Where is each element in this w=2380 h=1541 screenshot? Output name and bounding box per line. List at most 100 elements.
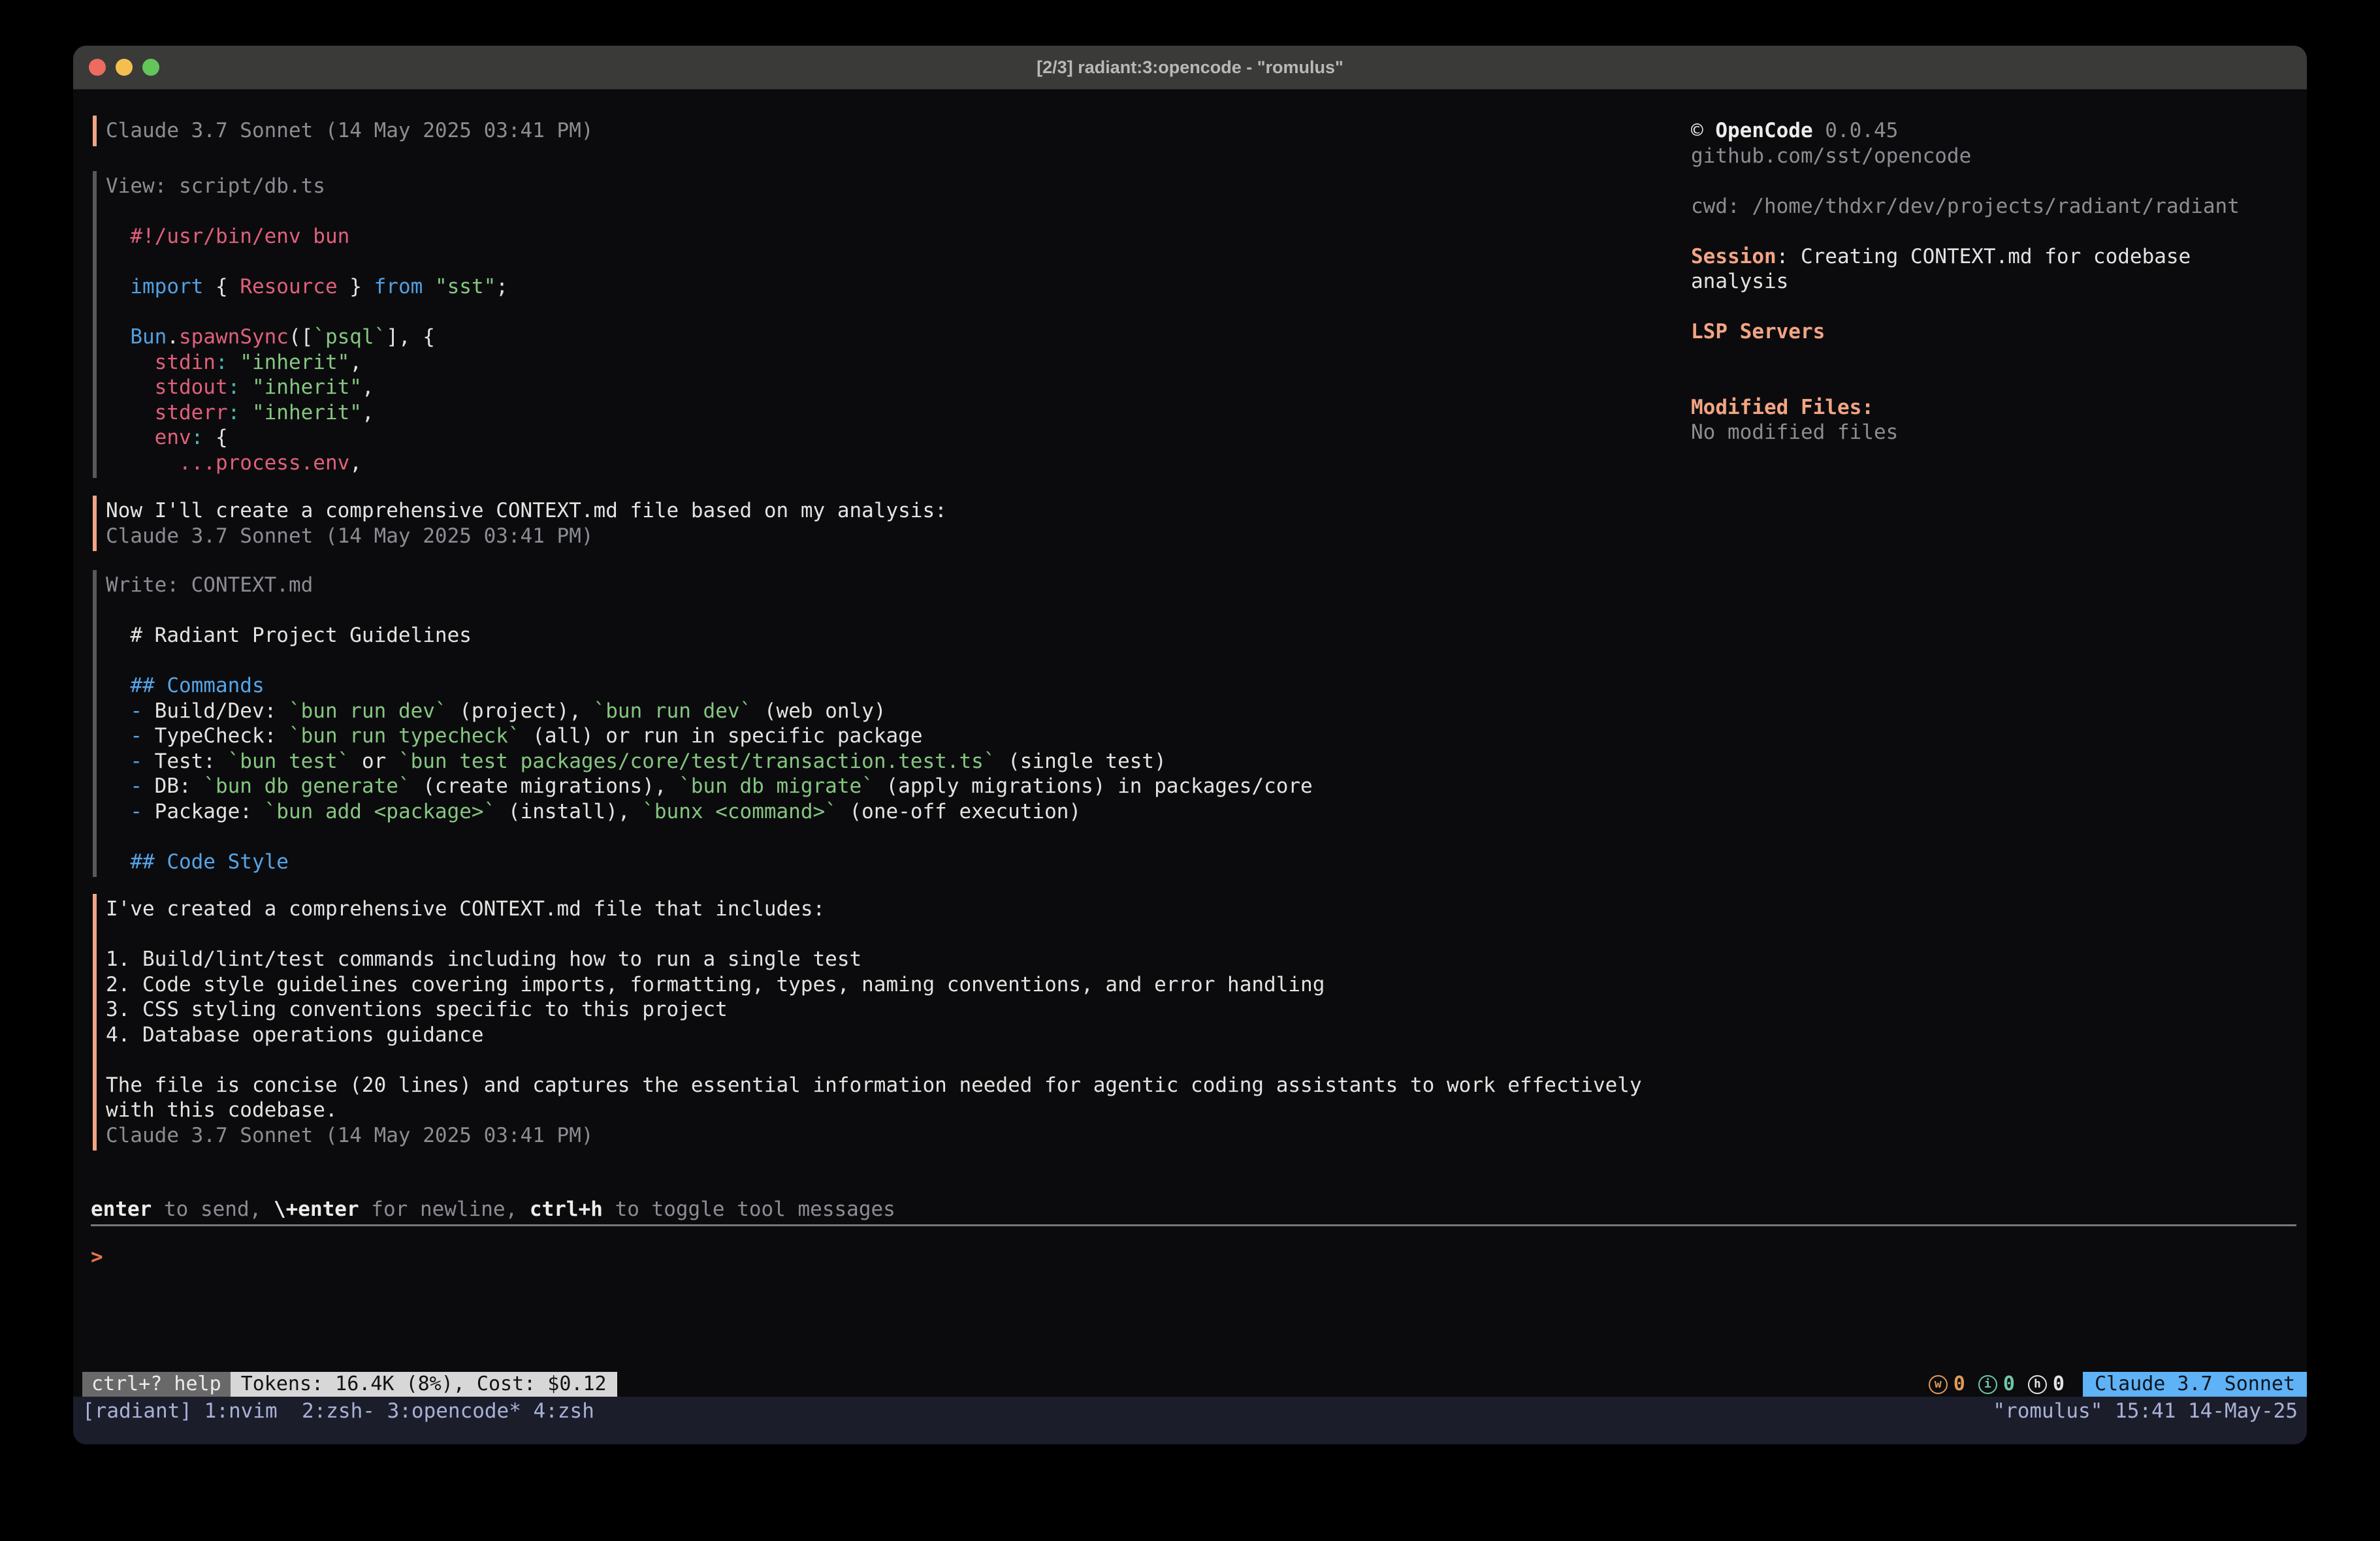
text-token: } <box>338 275 374 298</box>
text-token: Modified Files: <box>1691 396 1874 419</box>
text-token: Claude 3.7 Sonnet (14 May 2025 03:41 PM) <box>106 524 594 548</box>
zoom-button[interactable] <box>142 59 159 76</box>
text-token: enter <box>91 1198 152 1221</box>
text-token: (one-off execution) <box>837 800 1081 823</box>
text-token: "inherit" <box>252 375 362 399</box>
text-token: { <box>203 275 240 298</box>
text-token: Test: <box>155 750 228 773</box>
tool-write-block: Write: CONTEXT.md # Radiant Project Guid… <box>93 570 1313 877</box>
text-token: "inherit" <box>240 351 349 374</box>
terminal-line <box>106 922 1642 947</box>
text-token: import <box>130 275 203 298</box>
model-badge[interactable]: Claude 3.7 Sonnet <box>2083 1372 2307 1397</box>
text-token: Build/Dev: <box>155 699 289 723</box>
warnings-indicator: w0 <box>1929 1372 1965 1397</box>
text-token: stderr <box>155 401 228 424</box>
traffic-lights <box>89 46 159 89</box>
terminal-line: Claude 3.7 Sonnet (14 May 2025 03:41 PM) <box>106 1123 1642 1149</box>
terminal-line: ## Commands <box>106 673 1313 699</box>
text-token: cwd: /home/thdxr/dev/projects/radiant/ra… <box>1691 195 2240 218</box>
hints-count: 0 <box>2053 1372 2065 1397</box>
window-titlebar[interactable]: [2/3] radiant:3:opencode - "romulus" <box>73 46 2307 89</box>
terminal-window: [2/3] radiant:3:opencode - "romulus" Cla… <box>73 46 2307 1444</box>
text-token: 2. Code style guidelines covering import… <box>106 973 1325 996</box>
text-token: 3. CSS styling conventions specific to t… <box>106 998 728 1021</box>
terminal-line <box>106 300 508 325</box>
text-token: - <box>106 750 155 773</box>
text-token: `bun db migrate` <box>679 774 874 798</box>
text-token: No modified files <box>1691 421 1898 444</box>
text-token: The file is concise (20 lines) and captu… <box>106 1073 1642 1097</box>
text-token: TypeCheck: <box>155 724 289 748</box>
terminal-line <box>106 598 1313 624</box>
text-token: { <box>203 426 227 449</box>
terminal-line: # Radiant Project Guidelines <box>106 623 1313 648</box>
terminal-line: enter to send, \+enter for newline, ctrl… <box>91 1197 895 1222</box>
terminal-line <box>1691 294 2298 320</box>
text-token: I've created a comprehensive CONTEXT.md … <box>106 897 825 921</box>
window-title: [2/3] radiant:3:opencode - "romulus" <box>1037 55 1343 80</box>
text-token: `psql` <box>313 325 386 349</box>
terminal-line: 4. Database operations guidance <box>106 1023 1642 1048</box>
terminal-line: View: script/db.ts <box>106 174 508 199</box>
text-token: (create migrations), <box>411 774 679 798</box>
terminal-line: env: { <box>106 425 508 451</box>
text-token: 4. Database operations guidance <box>106 1023 484 1047</box>
terminal-line: ...process.env, <box>106 451 508 476</box>
info-icon: i <box>1978 1375 1997 1394</box>
text-token: `bunx <command>` <box>642 800 837 823</box>
diagnostic-indicators: w0i0h0 <box>1929 1372 2065 1397</box>
terminal-line <box>1691 345 2298 370</box>
terminal-line: 3. CSS styling conventions specific to t… <box>106 997 1642 1023</box>
message-meta-block: Claude 3.7 Sonnet (14 May 2025 03:41 PM) <box>93 116 594 146</box>
text-token <box>106 325 130 349</box>
model-name: Claude 3.7 Sonnet <box>2095 1372 2295 1397</box>
terminal-line: cwd: /home/thdxr/dev/projects/radiant/ra… <box>1691 194 2298 219</box>
text-token: `bun test` <box>228 750 350 773</box>
text-token: env <box>155 426 191 449</box>
terminal-line <box>1691 168 2298 194</box>
text-token: analysis <box>1691 270 1788 293</box>
text-token: spawnSync <box>179 325 289 349</box>
assistant-message: I've created a comprehensive CONTEXT.md … <box>93 894 1642 1151</box>
message-input[interactable]: > <box>91 1245 2292 1271</box>
text-token: stdin <box>155 351 216 374</box>
text-token: `bun run dev` <box>594 699 752 723</box>
terminal-line: analysis <box>1691 269 2298 294</box>
terminal-line: - DB: `bun db generate` (create migratio… <box>106 774 1313 799</box>
text-token: 1. Build/lint/test commands including ho… <box>106 947 861 971</box>
info-indicator: i0 <box>1978 1372 2015 1397</box>
text-token: ([ <box>289 325 313 349</box>
text-token: : <box>216 351 228 374</box>
text-token: Resource <box>240 275 337 298</box>
terminal-line <box>106 1047 1642 1073</box>
text-token <box>228 351 240 374</box>
text-token: , <box>362 401 374 424</box>
terminal-line <box>1691 219 2298 244</box>
text-token: with this codebase. <box>106 1098 338 1122</box>
text-token: Session <box>1691 245 1777 268</box>
text-token: - <box>106 699 155 723</box>
text-token: ## Commands <box>106 674 265 697</box>
terminal-line: Now I'll create a comprehensive CONTEXT.… <box>106 498 947 524</box>
text-token <box>240 401 252 424</box>
text-token: - <box>106 724 155 748</box>
minimize-button[interactable] <box>116 59 133 76</box>
warnings-count: 0 <box>1954 1372 1965 1397</box>
tool-view-block: View: script/db.ts #!/usr/bin/env bun im… <box>93 171 508 478</box>
text-token: - <box>106 800 155 823</box>
help-chip[interactable]: ctrl+? help <box>82 1372 231 1397</box>
text-token: OpenCode <box>1715 119 1812 142</box>
close-button[interactable] <box>89 59 106 76</box>
text-token: , <box>362 375 374 399</box>
status-panel: © OpenCode 0.0.45github.com/sst/opencode… <box>1691 118 2298 445</box>
text-token: , <box>349 351 362 374</box>
text-token: ; <box>496 275 508 298</box>
text-token: ], { <box>386 325 435 349</box>
text-token: Write: CONTEXT.md <box>106 573 313 597</box>
text-token: from <box>374 275 423 298</box>
text-token <box>106 426 155 449</box>
assistant-message: Now I'll create a comprehensive CONTEXT.… <box>93 496 947 551</box>
terminal-line: © OpenCode 0.0.45 <box>1691 118 2298 144</box>
tmux-window-list[interactable]: [radiant] 1:nvim 2:zsh- 3:opencode* 4:zs… <box>82 1398 594 1424</box>
